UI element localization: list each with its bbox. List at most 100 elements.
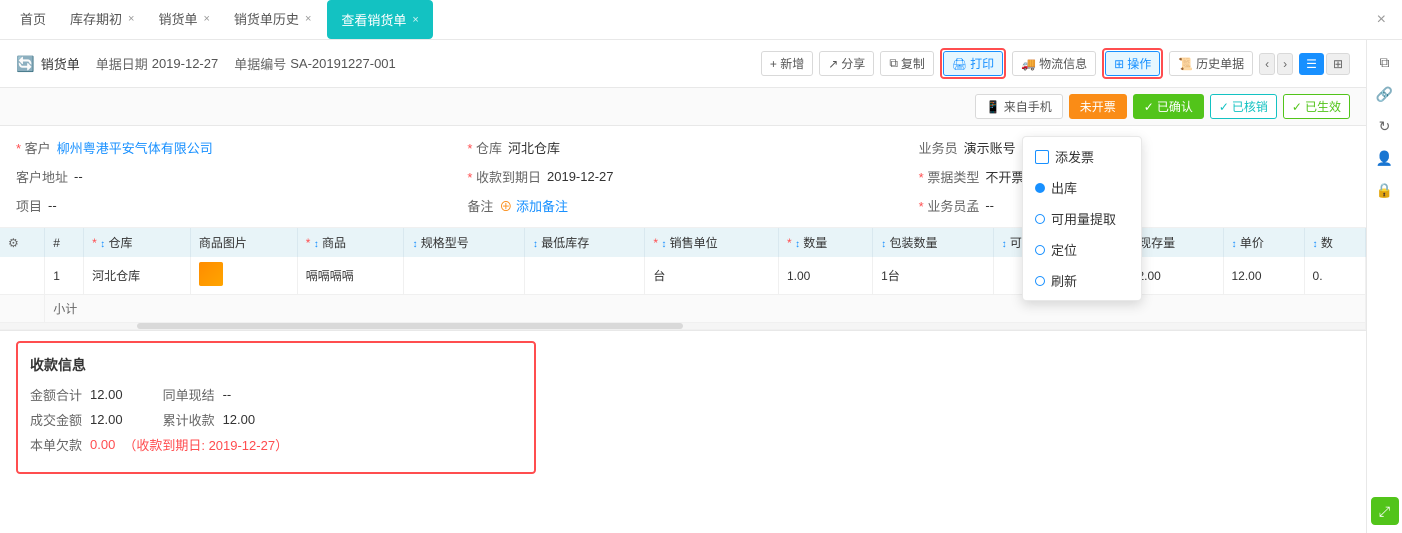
- logistics-button[interactable]: 🚚 物流信息: [1012, 51, 1096, 76]
- available-pickup-item[interactable]: 可用量提取: [1023, 203, 1141, 234]
- note-label: 备注: [467, 196, 493, 215]
- payment-date-value: 2019-12-27: [547, 169, 614, 184]
- operations-button[interactable]: ⊞ 操作: [1105, 51, 1160, 76]
- col-product-img: 商品图片: [190, 228, 297, 257]
- list-view-button[interactable]: ☰: [1299, 53, 1324, 75]
- check-icon: ✓: [1144, 100, 1154, 114]
- prev-button[interactable]: ‹: [1259, 53, 1275, 75]
- subtotal-label: 小计: [45, 295, 1366, 323]
- payment-row-1: 金额合计 12.00 同单现结 --: [30, 385, 522, 404]
- add-invoice-label: 添发票: [1055, 147, 1094, 166]
- history-button[interactable]: 📜 历史单据: [1169, 51, 1253, 76]
- tab-inventory-close[interactable]: ×: [128, 13, 134, 25]
- form-section: 客户 柳州粤港平安气体有限公司 仓库 河北仓库 业务员 演示账号 客户地址 --…: [0, 126, 1366, 228]
- total-amount-label: 金额合计: [30, 385, 82, 404]
- row-num: 1: [45, 257, 84, 295]
- available-pickup-label: 可用量提取: [1051, 209, 1116, 228]
- customer-value[interactable]: 柳州粤港平安气体有限公司: [57, 138, 213, 157]
- sidebar-copy-icon[interactable]: ⧉: [1371, 48, 1399, 76]
- operations-dropdown: 添发票 出库 可用量提取 定位 刷新: [1022, 136, 1142, 301]
- deal-amount-value: 12.00: [90, 412, 123, 427]
- sidebar-refresh-icon[interactable]: ↻: [1371, 112, 1399, 140]
- refresh-item[interactable]: 刷新: [1023, 265, 1141, 296]
- tab-sales-history[interactable]: 销货单历史 ×: [222, 0, 323, 39]
- voided-button[interactable]: ✓ 已核销: [1210, 94, 1277, 119]
- share-button[interactable]: ↗ 分享: [819, 51, 874, 76]
- grid-view-button[interactable]: ⊞: [1326, 53, 1350, 75]
- tab-home[interactable]: 首页: [8, 0, 58, 39]
- document-header: 🔄 销货单 单据日期 2019-12-27 单据编号 SA-20191227-0…: [0, 40, 1366, 88]
- row-product-img: [190, 257, 297, 295]
- confirm-button[interactable]: ✓ 已确认: [1133, 94, 1204, 119]
- col-product: ↕ 商品: [297, 228, 404, 257]
- sort-icon10: ↕: [1232, 239, 1237, 250]
- product-table-wrapper: ⚙ # ↕ 仓库 商品图片 ↕ 商品 ↕ 规格型号: [0, 228, 1366, 331]
- sort-icon8: ↕: [1002, 239, 1007, 250]
- horizontal-scrollbar[interactable]: [137, 323, 683, 329]
- payment-row-3: 本单欠款 0.00 （收款到期日: 2019-12-27）: [30, 435, 522, 454]
- navigation-arrows: ‹ ›: [1259, 53, 1293, 75]
- sales-staff-value: --: [985, 198, 994, 213]
- payment-info-section: 收款信息 金额合计 12.00 同单现结 -- 成交金额 12.00 累计收款: [16, 341, 536, 474]
- copy-button[interactable]: ⧉ 复制: [880, 51, 934, 76]
- cumulative-collection-field: 累计收款 12.00: [163, 410, 256, 429]
- sidebar-link-icon[interactable]: 🔗: [1371, 80, 1399, 108]
- number-value: SA-20191227-001: [290, 56, 396, 71]
- payment-row-2: 成交金额 12.00 累计收款 12.00: [30, 410, 522, 429]
- col-spec: ↕ 规格型号: [404, 228, 524, 257]
- scroll-row: [0, 323, 1366, 330]
- print-highlight-box: 🖨 打印: [940, 48, 1006, 79]
- effective-button[interactable]: ✓ 已生效: [1283, 94, 1350, 119]
- settings-icon[interactable]: ⚙: [8, 236, 19, 250]
- deal-amount-field: 成交金额 12.00: [30, 410, 123, 429]
- same-order-settlement-field: 同单现结 --: [163, 385, 232, 404]
- sort-icon3: ↕: [412, 239, 417, 250]
- ticket-value: 不开票: [985, 167, 1024, 186]
- due-date-text: （收款到期日: 2019-12-27）: [123, 435, 288, 454]
- not-opened-button[interactable]: 未开票: [1069, 94, 1127, 119]
- document-title: 销货单: [41, 54, 80, 73]
- total-amount-field: 金额合计 12.00: [30, 385, 123, 404]
- position-item[interactable]: 定位: [1023, 234, 1141, 265]
- print-button[interactable]: 🖨 打印: [943, 51, 1003, 76]
- current-due-label: 本单欠款: [30, 435, 82, 454]
- project-label: 项目: [16, 196, 42, 215]
- tab-sales-close[interactable]: ×: [203, 13, 209, 25]
- outbound-item[interactable]: 出库: [1023, 172, 1141, 203]
- col-sales-unit: ↕ 销售单位: [645, 228, 779, 257]
- warehouse-field: 仓库 河北仓库: [467, 138, 898, 157]
- sidebar-expand-icon[interactable]: ⤢: [1371, 497, 1399, 525]
- current-due-field: 本单欠款 0.00 （收款到期日: 2019-12-27）: [30, 435, 288, 454]
- col-settings[interactable]: ⚙: [0, 228, 45, 257]
- row-warehouse: 河北仓库: [84, 257, 191, 295]
- staff-value: 演示账号: [964, 138, 1016, 157]
- customer-label: 客户: [16, 138, 51, 157]
- new-button[interactable]: + 新增: [761, 51, 813, 76]
- position-icon: [1035, 245, 1045, 255]
- customer-field: 客户 柳州粤港平安气体有限公司: [16, 138, 447, 157]
- next-button[interactable]: ›: [1277, 53, 1293, 75]
- tab-sales-history-close[interactable]: ×: [305, 13, 311, 25]
- sidebar-lock-icon[interactable]: 🔒: [1371, 176, 1399, 204]
- from-phone-button[interactable]: 📱 来自手机: [975, 94, 1063, 119]
- add-invoice-item[interactable]: 添发票: [1023, 141, 1141, 172]
- tab-sales[interactable]: 销货单 ×: [146, 0, 221, 39]
- outbound-label: 出库: [1051, 178, 1077, 197]
- address-field: 客户地址 --: [16, 167, 447, 186]
- tab-view-sales-close[interactable]: ×: [412, 14, 418, 26]
- sales-order-icon: 🔄: [16, 55, 35, 73]
- payment-date-field: 收款到期日 2019-12-27: [467, 167, 898, 186]
- share-icon: ↗: [828, 57, 838, 71]
- truck-icon: 🚚: [1021, 57, 1036, 71]
- sort-icon7: ↕: [881, 239, 886, 250]
- sidebar-user-icon[interactable]: 👤: [1371, 144, 1399, 172]
- row-quantity: 1.00: [778, 257, 872, 295]
- tab-view-sales[interactable]: 查看销货单 ×: [327, 0, 432, 39]
- tab-inventory[interactable]: 库存期初 ×: [58, 0, 146, 39]
- subtotal-empty: [0, 295, 45, 323]
- sort-icon: ↕: [100, 239, 105, 250]
- address-value: --: [74, 169, 83, 184]
- row-package-qty: 1台: [873, 257, 993, 295]
- window-close-button[interactable]: ×: [1369, 11, 1394, 29]
- add-note-button[interactable]: ⊕ 添加备注: [499, 196, 568, 215]
